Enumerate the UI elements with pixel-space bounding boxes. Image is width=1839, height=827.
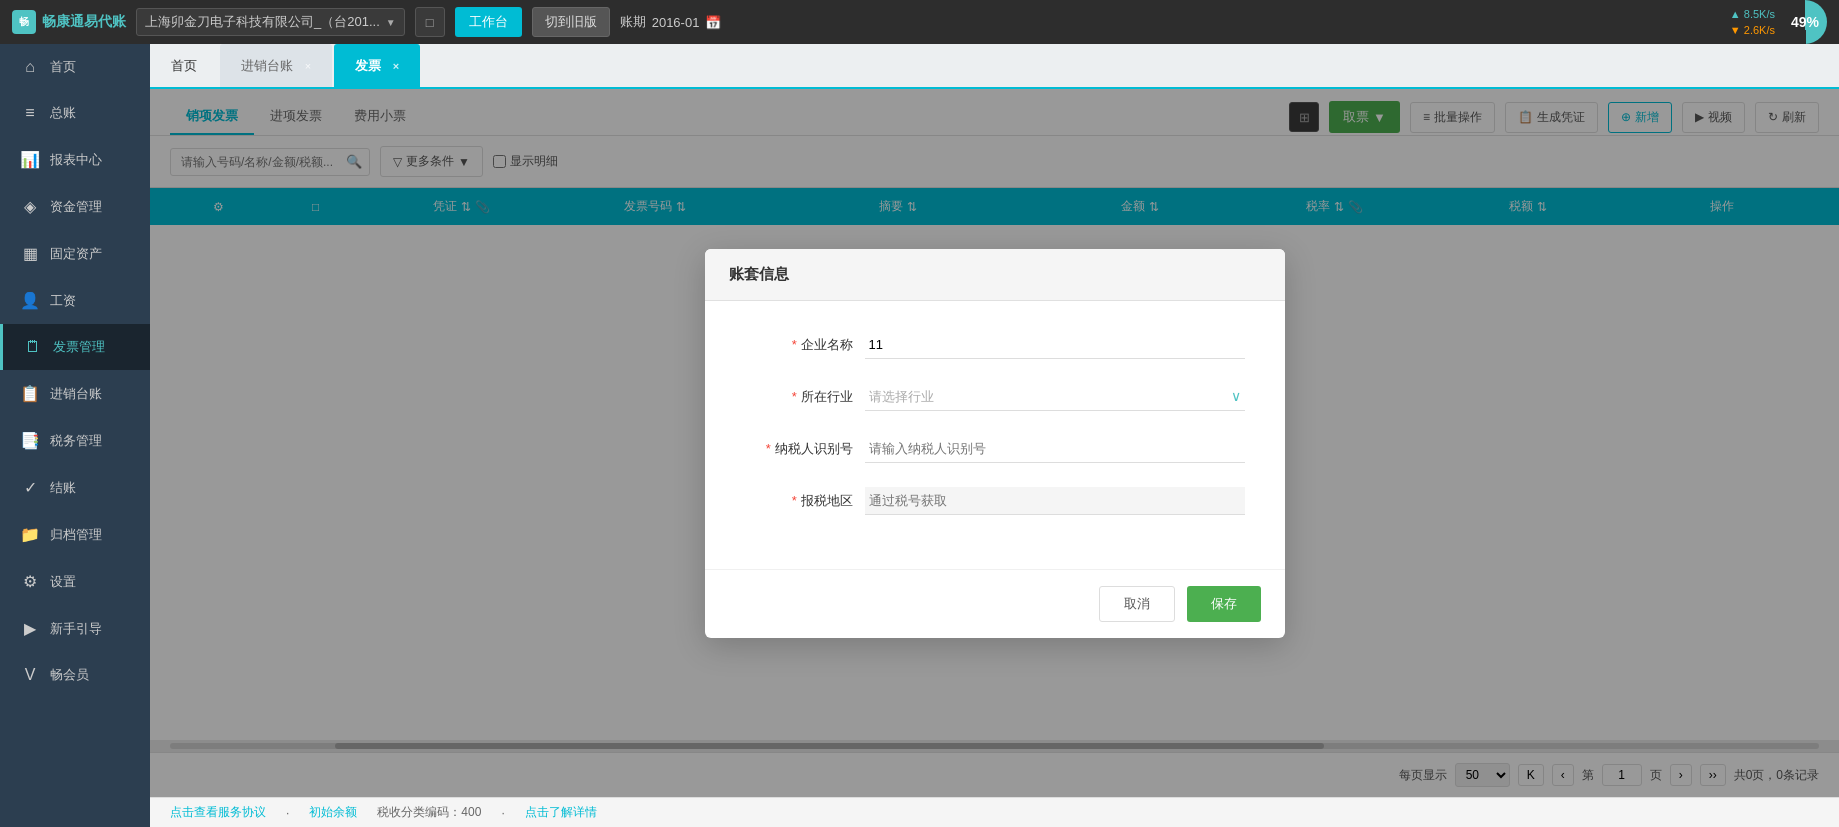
form-row-tax-region: * 报税地区 <box>745 487 1245 515</box>
company-selector[interactable]: 上海卯金刀电子科技有限公司_（台201... ▼ <box>136 8 405 36</box>
tax-icon: 📑 <box>20 431 40 450</box>
service-agreement-link[interactable]: 点击查看服务协议 <box>170 804 266 821</box>
sales-icon: 📋 <box>20 384 40 403</box>
period-info: 账期 2016-01 📅 <box>620 13 722 31</box>
ledger-icon: ≡ <box>20 104 40 122</box>
company-name-input[interactable] <box>865 331 1245 359</box>
archive-icon: 📁 <box>20 525 40 544</box>
modal-overlay: 账套信息 * 企业名称 <box>150 89 1839 797</box>
sidebar-item-tax[interactable]: 📑 税务管理 <box>0 417 150 464</box>
sidebar-item-invoice[interactable]: 🗒 发票管理 <box>0 324 150 370</box>
sidebar-item-guide[interactable]: ▶ 新手引导 <box>0 605 150 652</box>
topbar-right: ▲ 8.5K/s ▼ 2.6K/s 49% <box>1730 0 1827 44</box>
main-layout: ⌂ 首页 ≡ 总账 📊 报表中心 ◈ 资金管理 ▦ 固定资产 👤 工资 🗒 发票… <box>0 44 1839 827</box>
funds-icon: ◈ <box>20 197 40 216</box>
old-version-button[interactable]: 切到旧版 <box>532 7 610 37</box>
modal-footer: 取消 保存 <box>705 569 1285 638</box>
app-logo: 畅 畅康通易代账 <box>12 10 126 34</box>
guide-icon: ▶ <box>20 619 40 638</box>
statusbar: 点击查看服务协议 · 初始余额 税收分类编码：400 · 点击了解详情 <box>150 797 1839 827</box>
company-dropdown-arrow: ▼ <box>386 17 396 28</box>
reports-icon: 📊 <box>20 150 40 169</box>
network-speed: ▲ 8.5K/s ▼ 2.6K/s <box>1730 6 1775 39</box>
cpu-usage: 49% <box>1783 0 1827 44</box>
home-icon: ⌂ <box>20 58 40 76</box>
logo-icon: 畅 <box>12 10 36 34</box>
sidebar-item-ledger[interactable]: ≡ 总账 <box>0 90 150 136</box>
modal-header: 账套信息 <box>705 249 1285 301</box>
tab-sales-ledger-close[interactable]: × <box>305 60 311 72</box>
sidebar-item-close[interactable]: ✓ 结账 <box>0 464 150 511</box>
tab-home[interactable]: 首页 <box>150 44 218 87</box>
sidebar-item-salary[interactable]: 👤 工资 <box>0 277 150 324</box>
sidebar-item-reports[interactable]: 📊 报表中心 <box>0 136 150 183</box>
settings-icon: ⚙ <box>20 572 40 591</box>
page-content: 销项发票 进项发票 费用小票 ⊞ 取票 ▼ ≡ 批量操作 <box>150 89 1839 797</box>
tab-invoice-close[interactable]: × <box>393 60 399 72</box>
sidebar-item-member[interactable]: V 畅会员 <box>0 652 150 698</box>
form-row-industry: * 所在行业 请选择行业 ∨ <box>745 383 1245 411</box>
copy-icon[interactable]: □ <box>415 7 445 37</box>
cancel-button[interactable]: 取消 <box>1099 586 1175 622</box>
salary-icon: 👤 <box>20 291 40 310</box>
save-button[interactable]: 保存 <box>1187 586 1261 622</box>
tax-id-input[interactable] <box>865 435 1245 463</box>
tax-region-label: * 报税地区 <box>745 492 865 510</box>
member-icon: V <box>20 666 40 684</box>
sidebar-item-settings[interactable]: ⚙ 设置 <box>0 558 150 605</box>
modal-body: * 企业名称 * 所在行业 <box>705 301 1285 569</box>
detail-link[interactable]: 点击了解详情 <box>525 804 597 821</box>
industry-label: * 所在行业 <box>745 388 865 406</box>
content-area: 首页 进销台账 × 发票 × 销项发票 进项发票 费用 <box>150 44 1839 827</box>
form-row-company-name: * 企业名称 <box>745 331 1245 359</box>
sidebar-item-home[interactable]: ⌂ 首页 <box>0 44 150 90</box>
industry-select[interactable]: 请选择行业 <box>865 383 1245 410</box>
topbar: 畅 畅康通易代账 上海卯金刀电子科技有限公司_（台201... ▼ □ 工作台 … <box>0 0 1839 44</box>
invoice-icon: 🗒 <box>23 338 43 356</box>
sidebar-item-sales[interactable]: 📋 进销台账 <box>0 370 150 417</box>
sidebar-item-funds[interactable]: ◈ 资金管理 <box>0 183 150 230</box>
tab-bar: 首页 进销台账 × 发票 × <box>150 44 1839 89</box>
tab-invoice[interactable]: 发票 × <box>334 44 420 87</box>
close-accounts-icon: ✓ <box>20 478 40 497</box>
sidebar-item-archive[interactable]: 📁 归档管理 <box>0 511 150 558</box>
company-name-label: * 企业名称 <box>745 336 865 354</box>
tax-region-input <box>865 487 1245 515</box>
sidebar-item-assets[interactable]: ▦ 固定资产 <box>0 230 150 277</box>
form-row-tax-id: * 纳税人识别号 <box>745 435 1245 463</box>
initial-balance-link[interactable]: 初始余额 <box>309 804 357 821</box>
sidebar: ⌂ 首页 ≡ 总账 📊 报表中心 ◈ 资金管理 ▦ 固定资产 👤 工资 🗒 发票… <box>0 44 150 827</box>
assets-icon: ▦ <box>20 244 40 263</box>
account-info-modal: 账套信息 * 企业名称 <box>705 249 1285 638</box>
tax-id-label: * 纳税人识别号 <box>745 440 865 458</box>
tab-sales-ledger[interactable]: 进销台账 × <box>220 44 332 87</box>
industry-select-wrapper: 请选择行业 ∨ <box>865 383 1245 411</box>
workbench-button[interactable]: 工作台 <box>455 7 522 37</box>
